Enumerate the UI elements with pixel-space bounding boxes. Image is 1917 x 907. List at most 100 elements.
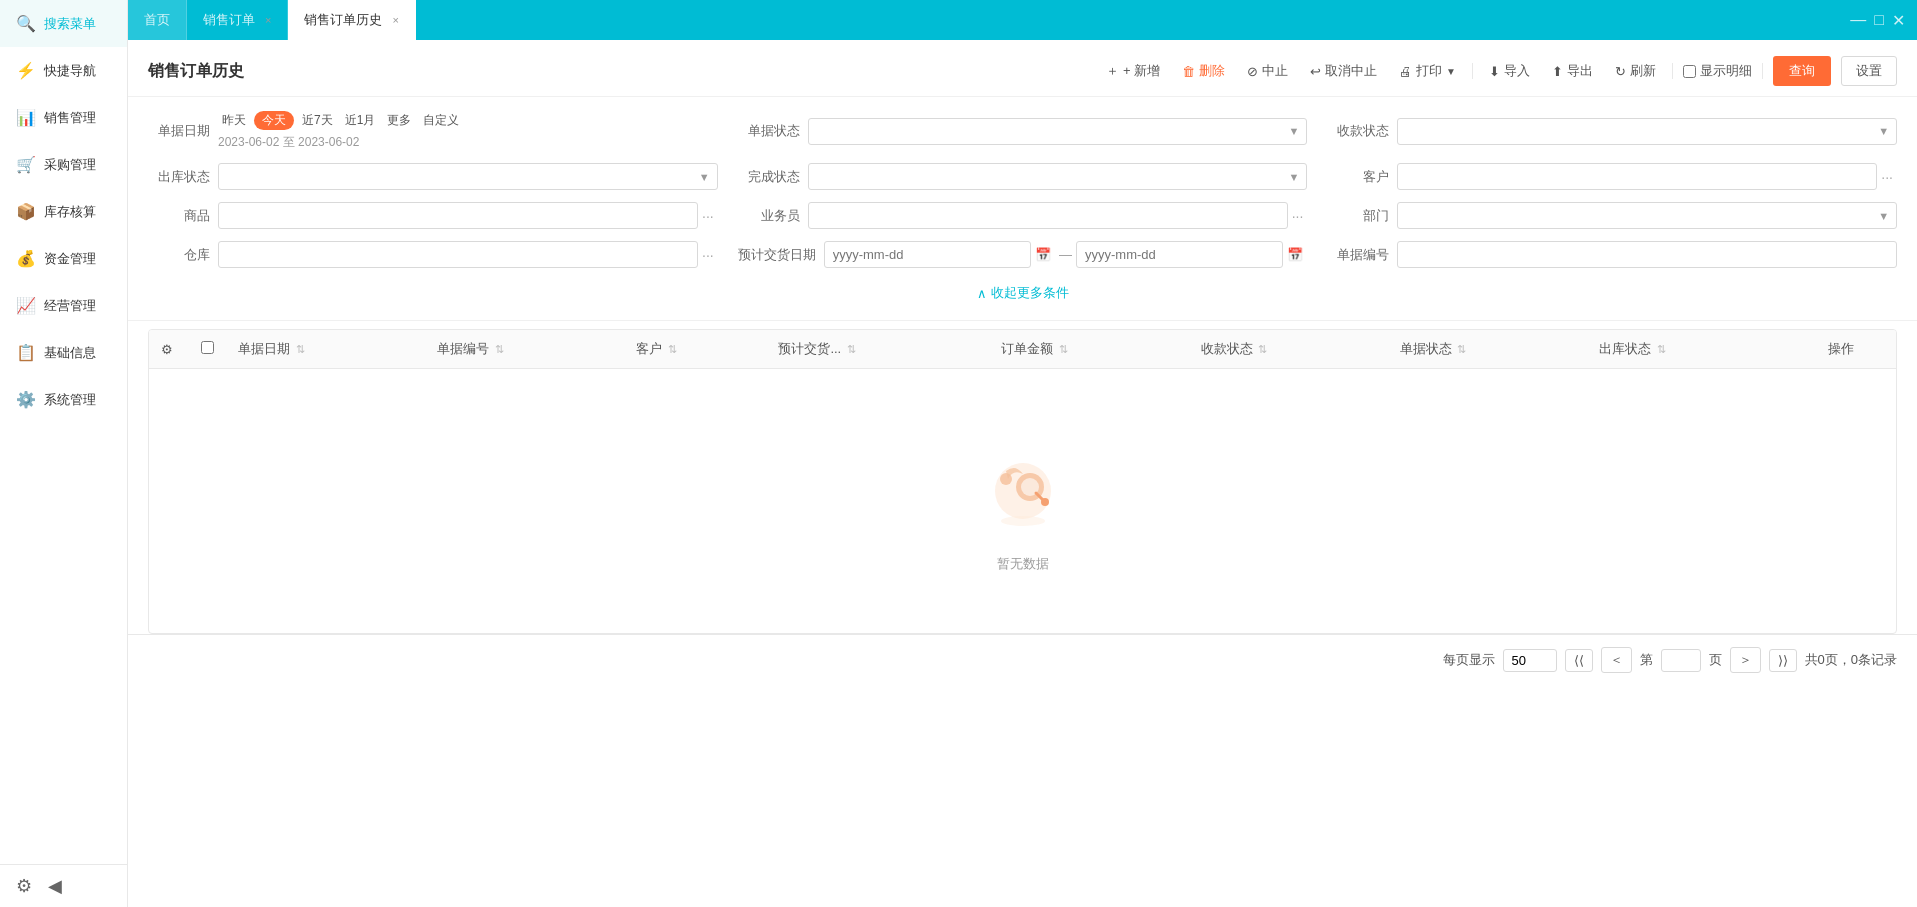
sidebar-item-sales-mgmt[interactable]: 📊 销售管理: [0, 94, 127, 141]
delete-button[interactable]: 🗑 删除: [1176, 58, 1231, 84]
th-delivery-status: 出库状态 ⇅: [1587, 330, 1786, 369]
stop-button[interactable]: ⊘ 中止: [1241, 58, 1294, 84]
th-expected-date-sort-icon[interactable]: ⇅: [847, 343, 856, 355]
expected-date-start[interactable]: [824, 241, 1031, 268]
salesperson-dots-button[interactable]: ···: [1288, 208, 1308, 224]
refresh-button[interactable]: ↻ 刷新: [1609, 58, 1662, 84]
sidebar-item-label: 资金管理: [44, 250, 96, 268]
settings-button[interactable]: 设置: [1841, 56, 1897, 86]
date-btn-custom[interactable]: 自定义: [419, 111, 463, 130]
cancel-stop-icon: ↩: [1310, 64, 1321, 79]
th-order-no-label: 单据编号: [437, 341, 489, 356]
receipt-status-select[interactable]: [1397, 118, 1897, 145]
purchase-mgmt-icon: 🛒: [16, 155, 36, 174]
th-order-no-sort-icon[interactable]: ⇅: [495, 343, 504, 355]
table-settings-icon[interactable]: ⚙: [161, 342, 173, 357]
select-all-checkbox[interactable]: [201, 341, 214, 354]
completion-status-label: 完成状态: [738, 168, 808, 186]
last-page-button[interactable]: ⟩⟩: [1769, 649, 1797, 672]
tab-sales-order[interactable]: 销售订单 ×: [187, 0, 288, 40]
new-button[interactable]: ＋ + 新增: [1100, 58, 1166, 84]
th-date-sort-icon[interactable]: ⇅: [296, 343, 305, 355]
th-delivery-status-sort-icon[interactable]: ⇅: [1657, 343, 1666, 355]
tab-sales-order-history-close[interactable]: ×: [392, 14, 398, 26]
window-minimize-icon[interactable]: —: [1850, 11, 1866, 29]
prev-page-button[interactable]: ＜: [1601, 647, 1632, 673]
sidebar-item-quick-nav[interactable]: ⚡ 快捷导航: [0, 47, 127, 94]
salesperson-input[interactable]: [808, 202, 1288, 229]
goods-dots-button[interactable]: ···: [698, 208, 718, 224]
warehouse-dots-button[interactable]: ···: [698, 247, 718, 263]
delivery-status-label: 出库状态: [148, 168, 218, 186]
th-amount-sort-icon[interactable]: ⇅: [1059, 343, 1068, 355]
window-maximize-icon[interactable]: □: [1874, 11, 1884, 29]
expected-date-end[interactable]: [1076, 241, 1283, 268]
toolbar-divider2: [1672, 63, 1673, 79]
table-wrapper: ⚙ 单据日期 ⇅ 单据编号 ⇅: [148, 329, 1897, 634]
th-order-status-sort-icon[interactable]: ⇅: [1457, 343, 1466, 355]
total-text: 共0页，0条记录: [1805, 651, 1897, 669]
tab-sales-order-close[interactable]: ×: [265, 14, 271, 26]
th-amount-label: 订单金额: [1001, 341, 1053, 356]
stop-label: 中止: [1262, 62, 1288, 80]
customer-input[interactable]: [1397, 163, 1877, 190]
calendar-icon-end[interactable]: 📅: [1283, 247, 1307, 262]
date-btn-today[interactable]: 今天: [254, 111, 294, 130]
date-btn-7days[interactable]: 近7天: [298, 111, 337, 130]
first-page-button[interactable]: ⟨⟨: [1565, 649, 1593, 672]
order-no-input[interactable]: [1397, 241, 1897, 268]
sidebar-item-finance[interactable]: 💰 资金管理: [0, 235, 127, 282]
date-btn-more[interactable]: 更多: [383, 111, 415, 130]
sidebar-item-inventory[interactable]: 📦 库存核算: [0, 188, 127, 235]
delivery-status-select[interactable]: [218, 163, 718, 190]
th-receipt-status-sort-icon[interactable]: ⇅: [1258, 343, 1267, 355]
sidebar-collapse-icon[interactable]: ◀: [48, 875, 62, 897]
import-button[interactable]: ⬇ 导入: [1483, 58, 1536, 84]
page-size-select[interactable]: 10 20 50 100: [1503, 649, 1557, 672]
export-button[interactable]: ⬆ 导出: [1546, 58, 1599, 84]
page-label-end: 页: [1709, 651, 1722, 669]
svg-point-4: [1041, 498, 1049, 506]
cancel-stop-button[interactable]: ↩ 取消中止: [1304, 58, 1383, 84]
filter-goods: 商品 ···: [148, 202, 718, 229]
sidebar-bottom: ⚙ ◀: [0, 864, 127, 907]
th-customer-sort-icon[interactable]: ⇅: [668, 343, 677, 355]
completion-status-select[interactable]: [808, 163, 1308, 190]
customer-dots-button[interactable]: ···: [1877, 169, 1897, 185]
sidebar-item-label: 基础信息: [44, 344, 96, 362]
tab-home[interactable]: 首页: [128, 0, 187, 40]
main-area: 首页 销售订单 × 销售订单历史 × — □ ✕ 销售订单历史 ＋ + 新增: [128, 0, 1917, 907]
next-page-button[interactable]: ＞: [1730, 647, 1761, 673]
tab-sales-order-history[interactable]: 销售订单历史 ×: [288, 0, 415, 40]
print-button[interactable]: 🖨 打印 ▼: [1393, 58, 1462, 84]
basic-info-icon: 📋: [16, 343, 36, 362]
department-select[interactable]: [1397, 202, 1897, 229]
expected-date-label: 预计交货日期: [738, 246, 824, 264]
date-range-dash: —: [1055, 247, 1076, 262]
sidebar-item-sys-mgmt[interactable]: ⚙️ 系统管理: [0, 376, 127, 423]
show-detail-checkbox[interactable]: [1683, 65, 1696, 78]
query-button[interactable]: 查询: [1773, 56, 1831, 86]
sidebar-item-purchase-mgmt[interactable]: 🛒 采购管理: [0, 141, 127, 188]
sidebar-item-label: 销售管理: [44, 109, 96, 127]
sidebar-item-operations[interactable]: 📈 经营管理: [0, 282, 127, 329]
th-date-label: 单据日期: [238, 341, 290, 356]
date-btn-yesterday[interactable]: 昨天: [218, 111, 250, 130]
warehouse-input[interactable]: [218, 241, 698, 268]
th-delivery-status-label: 出库状态: [1599, 341, 1651, 356]
date-btn-1month[interactable]: 近1月: [341, 111, 380, 130]
goods-label: 商品: [148, 207, 218, 225]
sidebar-settings-icon[interactable]: ⚙: [16, 875, 32, 897]
window-close-icon[interactable]: ✕: [1892, 11, 1905, 30]
calendar-icon-start[interactable]: 📅: [1031, 247, 1055, 262]
th-customer: 客户 ⇅: [624, 330, 766, 369]
show-detail-checkbox-label[interactable]: 显示明细: [1683, 62, 1752, 80]
sidebar-item-search-menu[interactable]: 🔍 搜索菜单: [0, 0, 127, 47]
current-page-input[interactable]: 1: [1661, 649, 1701, 672]
goods-input[interactable]: [218, 202, 698, 229]
status-select[interactable]: [808, 118, 1308, 145]
chevron-up-icon: ∧: [977, 286, 987, 301]
filter-row-3: 商品 ··· 业务员 ··· 部门 ▼: [148, 202, 1897, 229]
sidebar-item-basic-info[interactable]: 📋 基础信息: [0, 329, 127, 376]
more-conditions-toggle[interactable]: ∧ 收起更多条件: [148, 280, 1897, 306]
